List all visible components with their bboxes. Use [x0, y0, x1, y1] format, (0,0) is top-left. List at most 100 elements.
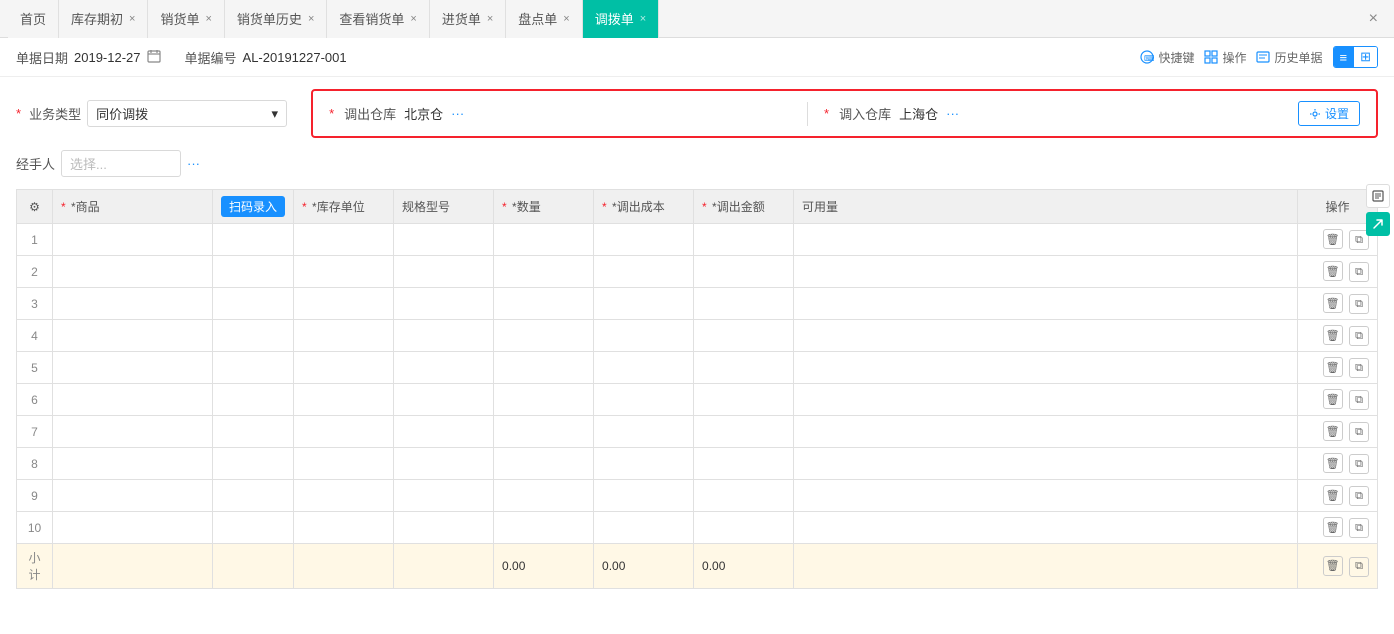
tab-purchase[interactable]: 进货单 ×	[430, 0, 506, 38]
row-cost[interactable]	[594, 448, 694, 480]
tab-close-transfer[interactable]: ×	[640, 13, 646, 25]
row-available[interactable]	[794, 448, 1298, 480]
tab-close-inventory-count[interactable]: ×	[563, 13, 569, 25]
row-product[interactable]	[53, 544, 213, 589]
delete-icon[interactable]: 🗑	[1323, 421, 1343, 441]
warehouse-out-more-button[interactable]: ···	[451, 106, 464, 121]
sidebar-list-icon[interactable]	[1366, 184, 1390, 208]
delete-icon[interactable]: 🗑	[1323, 229, 1343, 249]
tab-view-sales[interactable]: 查看销货单 ×	[327, 0, 429, 38]
copy-icon[interactable]: ⧉	[1349, 454, 1369, 474]
row-cost[interactable]	[594, 224, 694, 256]
copy-icon[interactable]: ⧉	[1349, 557, 1369, 577]
copy-icon[interactable]: ⧉	[1349, 390, 1369, 410]
delete-icon[interactable]: 🗑	[1323, 517, 1343, 537]
row-qty[interactable]	[494, 224, 594, 256]
window-close-button[interactable]: ×	[1361, 6, 1386, 32]
row-cost[interactable]	[594, 256, 694, 288]
grid-view-button[interactable]: ⊞	[1354, 47, 1377, 67]
row-product[interactable]	[53, 352, 213, 384]
delete-icon[interactable]: 🗑	[1323, 556, 1343, 576]
row-available[interactable]	[794, 512, 1298, 544]
row-available[interactable]	[794, 384, 1298, 416]
tab-close-sales-history[interactable]: ×	[308, 13, 314, 25]
row-product[interactable]	[53, 320, 213, 352]
list-view-button[interactable]: ≡	[1334, 47, 1355, 67]
row-amount[interactable]	[694, 224, 794, 256]
tab-close-purchase[interactable]: ×	[487, 13, 493, 25]
row-qty[interactable]	[494, 416, 594, 448]
row-available[interactable]	[794, 416, 1298, 448]
row-amount[interactable]	[694, 448, 794, 480]
delete-icon[interactable]: 🗑	[1323, 389, 1343, 409]
copy-icon[interactable]: ⧉	[1349, 486, 1369, 506]
tab-transfer[interactable]: 调拨单 ×	[583, 0, 659, 38]
delete-icon[interactable]: 🗑	[1323, 357, 1343, 377]
row-unit[interactable]	[294, 320, 394, 352]
row-available[interactable]	[794, 224, 1298, 256]
tab-inventory-init[interactable]: 库存期初 ×	[59, 0, 148, 38]
row-spec[interactable]	[394, 224, 494, 256]
tab-sales-order[interactable]: 销货单 ×	[148, 0, 224, 38]
tab-sales-history[interactable]: 销货单历史 ×	[225, 0, 327, 38]
row-unit[interactable]	[294, 480, 394, 512]
row-amount[interactable]	[694, 320, 794, 352]
row-product[interactable]	[53, 416, 213, 448]
operations-button[interactable]: 操作	[1204, 49, 1246, 66]
row-product[interactable]	[53, 288, 213, 320]
row-available[interactable]	[794, 256, 1298, 288]
row-spec[interactable]	[394, 320, 494, 352]
delete-icon[interactable]: 🗑	[1323, 485, 1343, 505]
row-unit[interactable]	[294, 288, 394, 320]
copy-icon[interactable]: ⧉	[1349, 294, 1369, 314]
row-qty[interactable]	[494, 256, 594, 288]
row-qty[interactable]	[494, 448, 594, 480]
row-unit[interactable]	[294, 544, 394, 589]
row-cost[interactable]	[594, 352, 694, 384]
tab-inventory-count[interactable]: 盘点单 ×	[506, 0, 582, 38]
settings-button[interactable]: 设置	[1298, 101, 1360, 126]
row-product[interactable]	[53, 512, 213, 544]
row-product[interactable]	[53, 448, 213, 480]
row-spec[interactable]	[394, 448, 494, 480]
row-amount[interactable]	[694, 288, 794, 320]
row-spec[interactable]	[394, 384, 494, 416]
scan-entry-button[interactable]: 扫码录入	[221, 196, 285, 217]
history-button[interactable]: 历史单据	[1256, 49, 1322, 66]
row-unit[interactable]	[294, 384, 394, 416]
row-spec[interactable]	[394, 480, 494, 512]
warehouse-in-more-button[interactable]: ···	[946, 106, 959, 121]
business-type-select[interactable]: 同价调拨 ▾	[87, 100, 287, 127]
tab-home[interactable]: 首页	[8, 0, 59, 38]
person-input[interactable]: 选择...	[61, 150, 181, 177]
row-qty[interactable]	[494, 480, 594, 512]
row-available[interactable]	[794, 480, 1298, 512]
row-spec[interactable]	[394, 256, 494, 288]
delete-icon[interactable]: 🗑	[1323, 261, 1343, 281]
row-available[interactable]	[794, 288, 1298, 320]
row-product[interactable]	[53, 224, 213, 256]
row-amount[interactable]	[694, 480, 794, 512]
row-unit[interactable]	[294, 416, 394, 448]
tab-close-inventory-init[interactable]: ×	[129, 13, 135, 25]
row-unit[interactable]	[294, 224, 394, 256]
shortcuts-button[interactable]: ⌨ 快捷键	[1140, 49, 1194, 66]
row-qty[interactable]	[494, 320, 594, 352]
row-spec[interactable]	[394, 288, 494, 320]
row-spec[interactable]	[394, 352, 494, 384]
row-cost[interactable]	[594, 480, 694, 512]
calendar-icon[interactable]	[147, 49, 161, 66]
row-unit[interactable]	[294, 352, 394, 384]
copy-icon[interactable]: ⧉	[1349, 358, 1369, 378]
row-cost[interactable]	[594, 512, 694, 544]
row-unit[interactable]	[294, 256, 394, 288]
row-qty[interactable]	[494, 352, 594, 384]
row-unit[interactable]	[294, 448, 394, 480]
delete-icon[interactable]: 🗑	[1323, 453, 1343, 473]
copy-icon[interactable]: ⧉	[1349, 326, 1369, 346]
tab-close-view-sales[interactable]: ×	[410, 13, 416, 25]
tab-close-sales-order[interactable]: ×	[205, 13, 211, 25]
row-spec[interactable]	[394, 416, 494, 448]
row-product[interactable]	[53, 384, 213, 416]
copy-icon[interactable]: ⧉	[1349, 422, 1369, 442]
